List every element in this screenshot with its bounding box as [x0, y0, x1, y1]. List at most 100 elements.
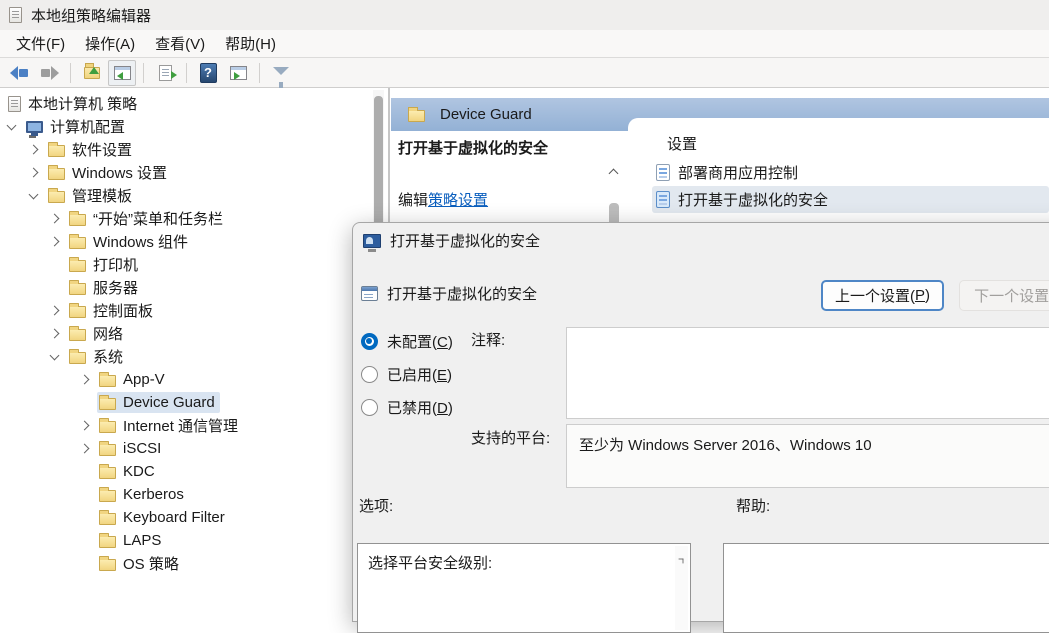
tree-item[interactable]: 管理模板 — [0, 184, 388, 207]
tree-item-label: 打印机 — [93, 254, 138, 275]
radio-enabled[interactable]: 已启用(E) — [361, 363, 452, 385]
tree-item[interactable]: Internet 通信管理 — [0, 414, 388, 437]
tree-item-label: Device Guard — [123, 394, 215, 411]
tree-item[interactable]: 打印机 — [0, 253, 388, 276]
tree-item[interactable]: 网络 — [0, 322, 388, 345]
tree-item[interactable]: OS 策略 — [0, 552, 388, 572]
policy-doc-icon — [656, 191, 670, 208]
chevron-down-icon[interactable] — [6, 125, 24, 129]
toolbar-show-extended-tab-button[interactable] — [224, 60, 252, 86]
toolbar-back-button[interactable] — [5, 60, 33, 86]
help-icon — [200, 63, 217, 83]
comment-textarea[interactable] — [566, 327, 1049, 419]
dialog-titlebar: 打开基于虚拟化的安全 — [353, 223, 1049, 258]
chevron-right-icon[interactable] — [49, 307, 67, 314]
menu-item-file[interactable]: 文件(F) — [6, 30, 75, 57]
tree-item[interactable]: KDC — [0, 460, 388, 483]
tree-item[interactable]: 软件设置 — [0, 138, 388, 161]
supported-on-value: 至少为 Windows Server 2016、Windows 10 — [579, 437, 872, 454]
selected-policy-title: 打开基于虚拟化的安全 — [398, 137, 548, 158]
tree-item[interactable]: Windows 设置 — [0, 161, 388, 184]
settings-item[interactable]: 部署商用应用控制 — [652, 159, 1049, 186]
group-policy-icon — [363, 234, 381, 248]
tree-item-label: 服务器 — [93, 277, 138, 298]
tree-item-label: OS 策略 — [123, 553, 179, 572]
edit-policy-setting-link[interactable]: 策略设置 — [428, 192, 488, 209]
folder-icon — [69, 260, 86, 272]
chevron-right-icon[interactable] — [49, 215, 67, 222]
dialog-heading: 打开基于虚拟化的安全 — [361, 283, 537, 304]
prev-label-pre: 上一个设置( — [835, 285, 915, 306]
radio-disabled[interactable]: 已禁用(D) — [361, 396, 453, 418]
tree-item[interactable]: 控制面板 — [0, 299, 388, 322]
toolbar-show-console-tree-button[interactable] — [108, 60, 136, 86]
show-console-tree-icon — [114, 66, 131, 80]
chevron-right-icon[interactable] — [49, 330, 67, 337]
toolbar — [0, 58, 1049, 88]
help-box[interactable] — [723, 543, 1049, 633]
tree-item[interactable]: 服务器 — [0, 276, 388, 299]
tree-item-label: 计算机配置 — [50, 116, 125, 137]
up-one-level-icon — [84, 67, 100, 79]
toolbar-separator — [186, 63, 187, 83]
settings-item-label: 打开基于虚拟化的安全 — [678, 189, 828, 210]
menu-item-action[interactable]: 操作(A) — [75, 30, 145, 57]
scroll-up-icon[interactable] — [679, 559, 684, 564]
toolbar-separator — [70, 63, 71, 83]
toolbar-up-one-level-button[interactable] — [78, 60, 106, 86]
settings-item-label: 部署商用应用控制 — [678, 162, 798, 183]
chevron-right-icon[interactable] — [79, 376, 97, 383]
options-scrollbar[interactable] — [675, 546, 688, 630]
chevron-right-icon[interactable] — [28, 146, 46, 153]
tree-item-label: Kerberos — [123, 486, 184, 503]
tree-item-label: App-V — [123, 371, 165, 388]
folder-icon — [99, 490, 116, 502]
tree-item[interactable]: “开始”菜单和任务栏 — [0, 207, 388, 230]
menu-item-view[interactable]: 查看(V) — [145, 30, 215, 57]
chevron-right-icon[interactable] — [49, 238, 67, 245]
tree-item[interactable]: 计算机配置 — [0, 115, 388, 138]
tree-item[interactable]: Keyboard Filter — [0, 506, 388, 529]
tree-item-label: “开始”菜单和任务栏 — [93, 208, 223, 229]
dialog-title: 打开基于虚拟化的安全 — [390, 230, 540, 251]
toolbar-forward-button[interactable] — [35, 60, 63, 86]
tree-item[interactable]: LAPS — [0, 529, 388, 552]
folder-icon — [99, 421, 116, 433]
tree-item-label: 网络 — [93, 323, 123, 344]
menu-bar: 文件(F)操作(A)查看(V)帮助(H) — [0, 30, 1049, 58]
filter-icon — [273, 67, 289, 75]
tree-item[interactable]: App-V — [0, 368, 388, 391]
chevron-right-icon[interactable] — [79, 422, 97, 429]
tree-item[interactable]: 本地计算机 策略 — [0, 92, 388, 115]
next-setting-button[interactable]: 下一个设置(N) — [959, 280, 1049, 311]
folder-icon — [99, 559, 116, 571]
toolbar-help-button[interactable] — [194, 60, 222, 86]
tree-item[interactable]: 系统 — [0, 345, 388, 368]
tree-item[interactable]: Kerberos — [0, 483, 388, 506]
back-icon — [19, 69, 28, 77]
tree-item[interactable]: Device Guard — [0, 391, 388, 414]
console-tree-pane: 本地计算机 策略计算机配置软件设置Windows 设置管理模板“开始”菜单和任务… — [0, 88, 389, 572]
settings-item[interactable]: 打开基于虚拟化的安全 — [652, 186, 1049, 213]
scroll-up-icon[interactable] — [609, 169, 619, 179]
folder-icon — [99, 467, 116, 479]
chevron-right-icon[interactable] — [28, 169, 46, 176]
toolbar-filter-button[interactable] — [267, 60, 295, 86]
tree-item[interactable]: Windows 组件 — [0, 230, 388, 253]
policy-setting-icon — [361, 286, 378, 301]
folder-icon — [48, 191, 65, 203]
previous-setting-button[interactable]: 上一个设置(P) — [821, 280, 944, 311]
tree-item[interactable]: iSCSI — [0, 437, 388, 460]
chevron-right-icon[interactable] — [79, 445, 97, 452]
radio-not-configured[interactable]: 未配置(C) — [361, 330, 453, 352]
menu-item-help[interactable]: 帮助(H) — [215, 30, 286, 57]
chevron-down-icon[interactable] — [49, 355, 67, 359]
radio-label: 已启用(E) — [387, 364, 452, 385]
tree-item-label: 软件设置 — [72, 139, 132, 160]
chevron-down-icon[interactable] — [28, 194, 46, 198]
folder-icon — [69, 352, 86, 364]
tree-item-label: 控制面板 — [93, 300, 153, 321]
toolbar-export-list-button[interactable] — [151, 60, 179, 86]
forward-icon — [41, 69, 50, 77]
folder-icon — [408, 110, 425, 122]
